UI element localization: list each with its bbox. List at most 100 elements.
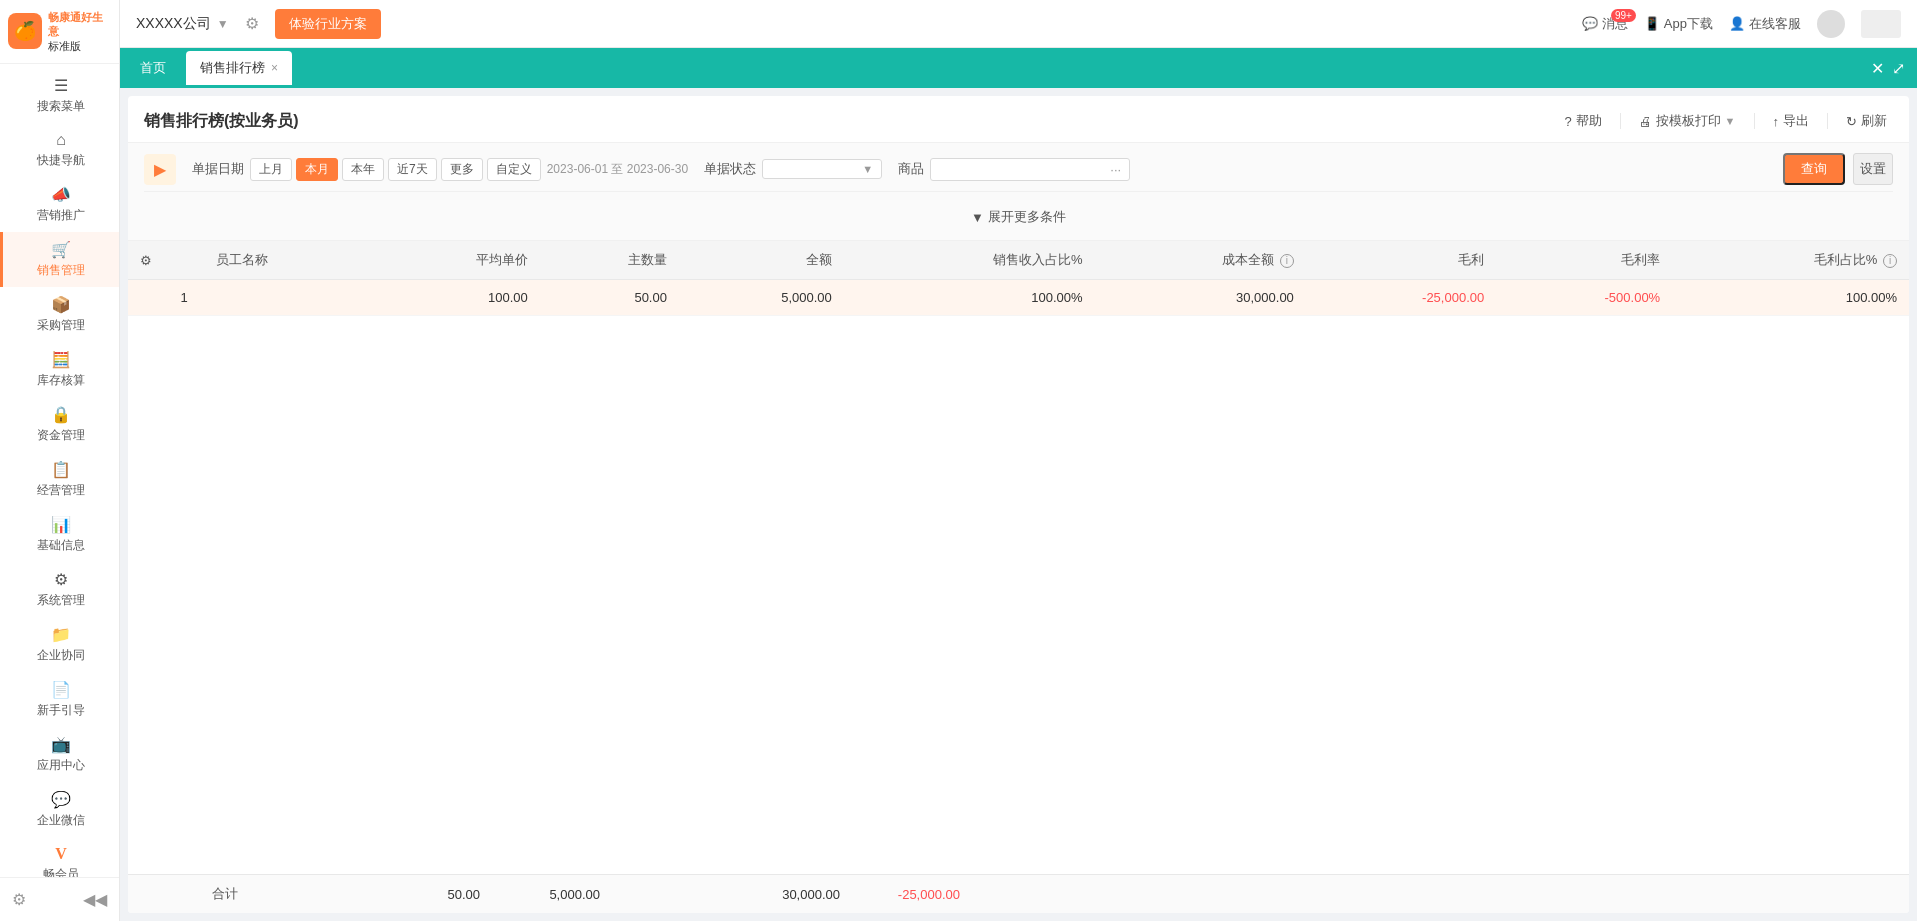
online-service-btn[interactable]: 👤 在线客服 [1729, 15, 1801, 33]
td-employee [204, 280, 372, 316]
status-label: 单据状态 [704, 160, 756, 178]
sidebar-item-label: 经营管理 [37, 482, 85, 499]
footer-cells: 50.00 5,000.00 30,000.00 -25,000.00 [292, 887, 1897, 902]
purchase-icon: 📦 [51, 295, 71, 314]
query-btn[interactable]: 查询 [1783, 153, 1845, 185]
sidebar-item-quick-nav[interactable]: ⌂ 快捷导航 [0, 123, 119, 177]
divider2 [1754, 113, 1755, 129]
date-btn-this-year[interactable]: 本年 [342, 158, 384, 181]
tab-close-icon[interactable]: × [271, 61, 278, 75]
sidebar-item-basic-info[interactable]: 📊 基础信息 [0, 507, 119, 562]
th-gross-rate: 毛利率 [1496, 241, 1672, 280]
sidebar: 🍊 畅康通好生意 标准版 ☰ 搜索菜单 ⌂ 快捷导航 📣 营销推广 🛒 销售管理… [0, 0, 120, 921]
settings-btn[interactable]: 设置 [1853, 153, 1893, 185]
logo-text: 畅康通好生意 标准版 [48, 10, 111, 53]
sidebar-item-sales[interactable]: 🛒 销售管理 [0, 232, 119, 287]
date-btn-last-month[interactable]: 上月 [250, 158, 292, 181]
sidebar-item-label: 营销推广 [37, 207, 85, 224]
company-settings-icon[interactable]: ⚙ [241, 10, 263, 37]
refresh-btn[interactable]: ↻ 刷新 [1840, 108, 1893, 134]
column-settings-icon[interactable]: ⚙ [140, 253, 152, 268]
trial-btn[interactable]: 体验行业方案 [275, 9, 381, 39]
company-name: XXXXX公司 [136, 15, 211, 33]
operations-icon: 📋 [51, 460, 71, 479]
message-btn[interactable]: 💬 消息 99+ [1582, 15, 1628, 33]
sidebar-item-label: 系统管理 [37, 592, 85, 609]
status-select[interactable]: ▼ [762, 159, 882, 179]
action-buttons: 查询 设置 [1783, 153, 1893, 185]
system-icon: ⚙ [54, 570, 68, 589]
sidebar-item-marketing[interactable]: 📣 营销推广 [0, 177, 119, 232]
td-avg-price: 100.00 [372, 280, 540, 316]
user-name-btn[interactable] [1861, 10, 1901, 38]
date-btn-this-month[interactable]: 本月 [296, 158, 338, 181]
td-gross-pct: 100.00% [1672, 280, 1909, 316]
expand-conditions-btn[interactable]: ▼ 展开更多条件 [963, 204, 1074, 230]
export-btn[interactable]: ↑ 导出 [1767, 108, 1816, 134]
sidebar-item-inventory[interactable]: 🧮 库存核算 [0, 342, 119, 397]
inventory-icon: 🧮 [51, 350, 71, 369]
date-btn-more[interactable]: 更多 [441, 158, 483, 181]
date-btn-custom[interactable]: 自定义 [487, 158, 541, 181]
gross-pct-info-icon[interactable]: i [1883, 254, 1897, 268]
tab-actions: ✕ ⤢ [1871, 59, 1913, 78]
sidebar-item-operations[interactable]: 📋 经营管理 [0, 452, 119, 507]
sidebar-item-label: 企业微信 [37, 812, 85, 829]
message-icon: 💬 [1582, 16, 1598, 31]
service-icon: 👤 [1729, 16, 1745, 31]
settings-bottom-icon[interactable]: ⚙ [8, 886, 30, 913]
sidebar-item-app-center[interactable]: 📺 应用中心 [0, 727, 119, 782]
sidebar-item-label: 基础信息 [37, 537, 85, 554]
cost-info-icon[interactable]: i [1280, 254, 1294, 268]
user-avatar[interactable] [1817, 10, 1845, 38]
sidebar-item-system[interactable]: ⚙ 系统管理 [0, 562, 119, 617]
td-gross: -25,000.00 [1306, 280, 1496, 316]
sidebar-item-purchase[interactable]: 📦 采购管理 [0, 287, 119, 342]
tab-home[interactable]: 首页 [124, 51, 182, 85]
td-gross-rate: -500.00% [1496, 280, 1672, 316]
sidebar-nav: ☰ 搜索菜单 ⌂ 快捷导航 📣 营销推广 🛒 销售管理 📦 采购管理 🧮 库存核… [0, 64, 119, 877]
sidebar-item-member[interactable]: V 畅会员 [0, 837, 119, 877]
guide-icon: 📄 [51, 680, 71, 699]
print-btn[interactable]: 🖨 按模板打印 ▼ [1633, 108, 1742, 134]
divider3 [1827, 113, 1828, 129]
status-dropdown-icon: ▼ [862, 163, 873, 175]
home-icon: ⌂ [56, 131, 66, 149]
sidebar-item-label: 资金管理 [37, 427, 85, 444]
date-filter: 单据日期 上月 本月 本年 近7天 更多 自定义 2023-06-01 至 20… [192, 158, 688, 181]
goods-input[interactable]: ··· [930, 158, 1130, 181]
tab-expand-icon[interactable]: ⤢ [1892, 59, 1905, 78]
th-sales-pct: 销售收入占比% [844, 241, 1095, 280]
help-icon: ? [1564, 114, 1571, 129]
member-icon: V [55, 845, 67, 863]
sidebar-item-collab[interactable]: 📁 企业协同 [0, 617, 119, 672]
th-employee: 员工名称 [204, 241, 372, 280]
ranking-table: ⚙ 员工名称 平均单价 主数量 全额 销售收入占比% 成本全额 i [128, 241, 1909, 316]
message-badge: 99+ [1611, 9, 1636, 22]
sidebar-item-search[interactable]: ☰ 搜索菜单 [0, 68, 119, 123]
sidebar-item-wechat[interactable]: 💬 企业微信 [0, 782, 119, 837]
tab-close-window-icon[interactable]: ✕ [1871, 59, 1884, 78]
company-selector[interactable]: XXXXX公司 ▼ [136, 15, 229, 33]
date-label: 单据日期 [192, 160, 244, 178]
collapse-sidebar-icon[interactable]: ◀◀ [79, 886, 111, 913]
footer-label: 合计 [212, 885, 292, 903]
td-quantity: 50.00 [540, 280, 679, 316]
filter-row: ▶ 单据日期 上月 本月 本年 近7天 更多 自定义 2023-06-01 至 … [144, 153, 1893, 185]
help-btn[interactable]: ? 帮助 [1558, 108, 1607, 134]
table-header-row: ⚙ 员工名称 平均单价 主数量 全额 销售收入占比% 成本全额 i [128, 241, 1909, 280]
footer-cost: 30,000.00 [732, 887, 852, 902]
sidebar-item-label: 采购管理 [37, 317, 85, 334]
td-rank: 1 [164, 280, 204, 316]
sidebar-item-guide[interactable]: 📄 新手引导 [0, 672, 119, 727]
goods-more-icon[interactable]: ··· [1110, 162, 1121, 177]
th-amount: 全额 [679, 241, 844, 280]
expand-filter-icon[interactable]: ▶ [154, 160, 166, 179]
date-btn-7days[interactable]: 近7天 [388, 158, 437, 181]
print-icon: 🖨 [1639, 114, 1652, 129]
footer-gross: -25,000.00 [852, 887, 972, 902]
sidebar-item-finance[interactable]: 🔒 资金管理 [0, 397, 119, 452]
page-title: 销售排行榜(按业务员) [144, 111, 1558, 132]
tab-sales-ranking[interactable]: 销售排行榜 × [186, 51, 292, 85]
app-download-btn[interactable]: 📱 App下载 [1644, 15, 1713, 33]
